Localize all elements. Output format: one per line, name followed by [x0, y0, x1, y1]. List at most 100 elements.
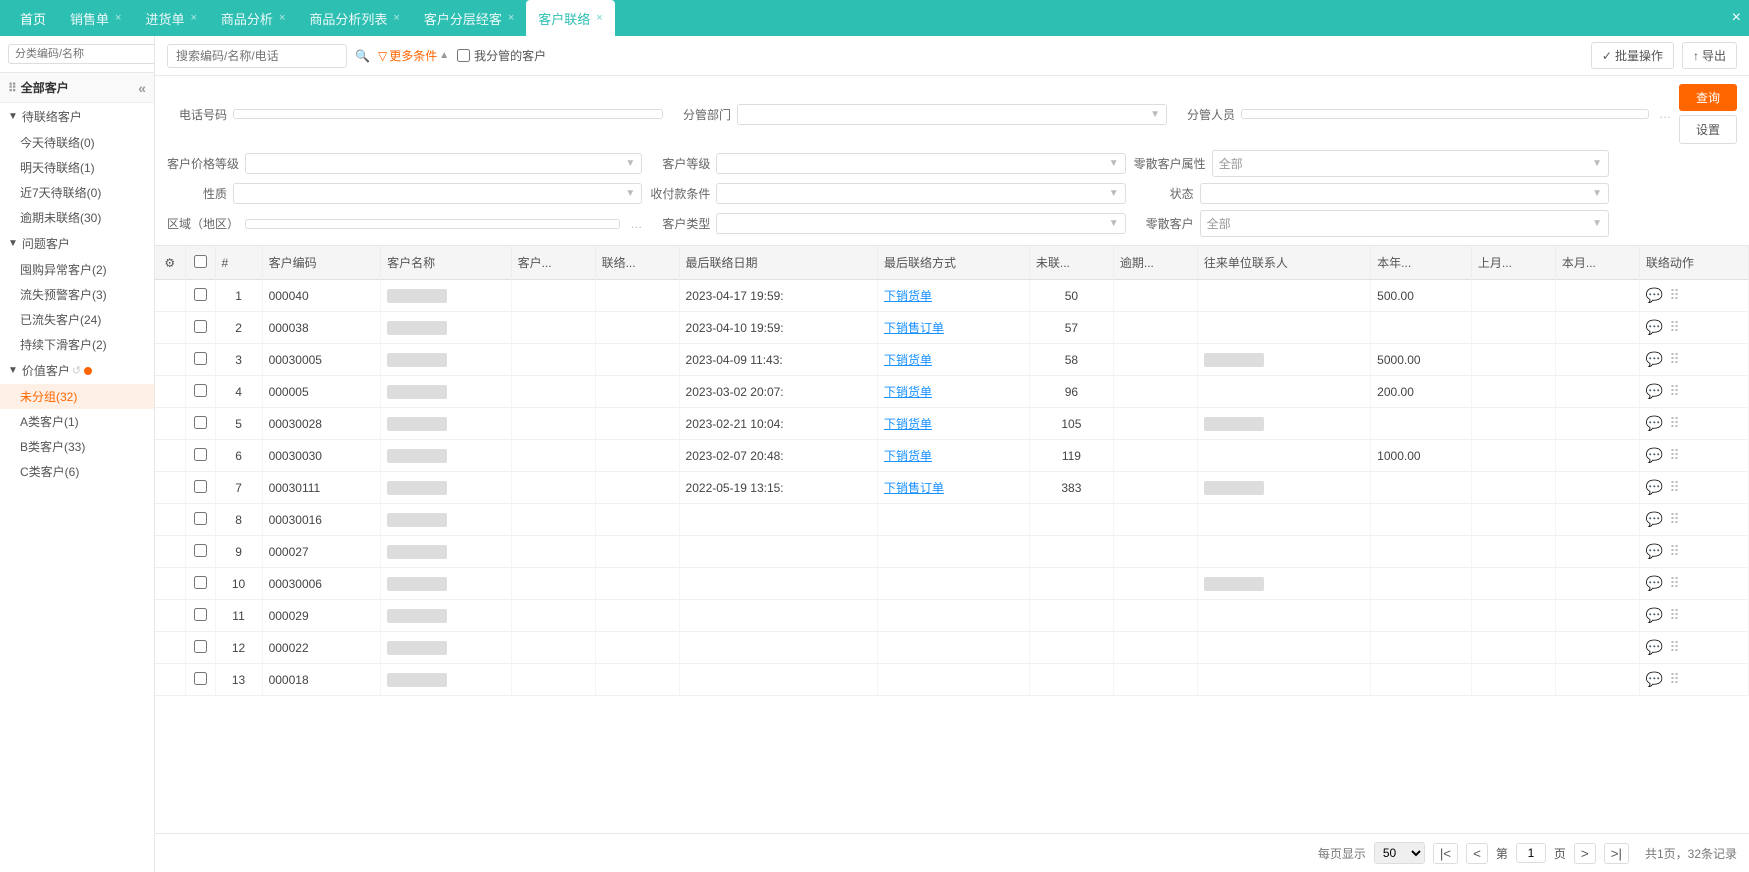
close-tab-customer-segment[interactable]: ×: [508, 12, 514, 24]
contact-icon-2[interactable]: 💬: [1646, 351, 1663, 368]
contact-icon-3[interactable]: 💬: [1646, 383, 1663, 400]
sidebar-group-pending[interactable]: ▼ 待联络客户: [0, 103, 154, 130]
tab-sales[interactable]: 销售单 ×: [58, 0, 133, 36]
more-icon-4[interactable]: ⠿: [1669, 415, 1679, 432]
retail-customer-select[interactable]: 全部▼: [1200, 210, 1609, 237]
more-icon-2[interactable]: ⠿: [1669, 351, 1679, 368]
status-select[interactable]: ▼: [1200, 183, 1609, 204]
td-action-12[interactable]: 💬 ⠿: [1639, 664, 1748, 696]
more-icon-3[interactable]: ⠿: [1669, 383, 1679, 400]
tab-product-analysis[interactable]: 商品分析 ×: [209, 0, 297, 36]
row-checkbox-1[interactable]: [194, 320, 207, 333]
td-checkbox-3[interactable]: [185, 376, 215, 408]
page-number-input[interactable]: [1516, 843, 1546, 863]
contact-icon-11[interactable]: 💬: [1646, 639, 1663, 656]
contact-icon-10[interactable]: 💬: [1646, 607, 1663, 624]
sidebar-item-tomorrow[interactable]: 明天待联络(1): [0, 155, 154, 180]
row-checkbox-0[interactable]: [194, 288, 207, 301]
close-tab-customer-contact[interactable]: ×: [596, 12, 602, 24]
sidebar-item-7days[interactable]: 近7天待联络(0): [0, 180, 154, 205]
td-last-method-8[interactable]: [878, 536, 1030, 568]
th-last-month[interactable]: 上月...: [1471, 246, 1555, 280]
export-button[interactable]: ↑ 导出: [1682, 42, 1737, 69]
last-page-btn[interactable]: >|: [1604, 843, 1629, 864]
close-tab-product-analysis[interactable]: ×: [279, 12, 285, 24]
manager-ellipsis[interactable]: …: [1659, 107, 1671, 121]
more-icon-10[interactable]: ⠿: [1669, 607, 1679, 624]
nature-select[interactable]: ▼: [233, 183, 642, 204]
last-method-link-4[interactable]: 下销货单: [884, 417, 932, 431]
sidebar-item-type-b[interactable]: B类客户(33): [0, 434, 154, 459]
row-checkbox-12[interactable]: [194, 672, 207, 685]
customer-grade-select[interactable]: ▼: [716, 153, 1125, 174]
td-last-method-0[interactable]: 下销货单: [878, 280, 1030, 312]
first-page-btn[interactable]: |<: [1433, 843, 1458, 864]
close-tab-product-list[interactable]: ×: [393, 12, 399, 24]
last-method-link-1[interactable]: 下销售订单: [884, 321, 944, 335]
my-customers-check[interactable]: [457, 49, 470, 62]
sidebar-item-lost[interactable]: 已流失客户(24): [0, 307, 154, 332]
dept-select[interactable]: ▼: [737, 104, 1167, 125]
td-last-method-10[interactable]: [878, 600, 1030, 632]
td-last-method-5[interactable]: 下销货单: [878, 440, 1030, 472]
contact-icon-7[interactable]: 💬: [1646, 511, 1663, 528]
td-last-method-3[interactable]: 下销货单: [878, 376, 1030, 408]
td-checkbox-5[interactable]: [185, 440, 215, 472]
search-filter-button[interactable]: 查询: [1679, 84, 1737, 111]
th-last-date[interactable]: 最后联络日期: [679, 246, 877, 280]
td-checkbox-12[interactable]: [185, 664, 215, 696]
td-action-0[interactable]: 💬 ⠿: [1639, 280, 1748, 312]
my-customers-checkbox[interactable]: 我分管的客户: [457, 47, 546, 64]
sidebar-item-type-c[interactable]: C类客户(6): [0, 459, 154, 484]
collapse-sidebar-btn[interactable]: «: [138, 80, 146, 96]
sidebar-item-declining[interactable]: 持续下滑客户(2): [0, 332, 154, 357]
td-checkbox-2[interactable]: [185, 344, 215, 376]
th-unit-contact[interactable]: 往来单位联系人: [1197, 246, 1370, 280]
td-last-method-9[interactable]: [878, 568, 1030, 600]
row-checkbox-8[interactable]: [194, 544, 207, 557]
td-checkbox-4[interactable]: [185, 408, 215, 440]
th-checkbox[interactable]: [185, 246, 215, 280]
row-checkbox-5[interactable]: [194, 448, 207, 461]
more-filter-btn[interactable]: ▽ 更多条件 ▲: [378, 47, 449, 64]
td-last-method-2[interactable]: 下销货单: [878, 344, 1030, 376]
td-last-method-1[interactable]: 下销售订单: [878, 312, 1030, 344]
td-action-4[interactable]: 💬 ⠿: [1639, 408, 1748, 440]
sidebar-item-type-a[interactable]: A类客户(1): [0, 409, 154, 434]
close-tab-sales[interactable]: ×: [115, 12, 121, 24]
more-icon-9[interactable]: ⠿: [1669, 575, 1679, 592]
td-action-1[interactable]: 💬 ⠿: [1639, 312, 1748, 344]
row-checkbox-10[interactable]: [194, 608, 207, 621]
td-last-method-4[interactable]: 下销货单: [878, 408, 1030, 440]
row-checkbox-2[interactable]: [194, 352, 207, 365]
td-last-method-7[interactable]: [878, 504, 1030, 536]
close-tab-purchase[interactable]: ×: [190, 12, 196, 24]
sidebar-item-ungroup[interactable]: 未分组(32): [0, 384, 154, 409]
td-action-9[interactable]: 💬 ⠿: [1639, 568, 1748, 600]
phone-input[interactable]: [233, 109, 663, 119]
last-method-link-6[interactable]: 下销售订单: [884, 481, 944, 495]
th-this-year[interactable]: 本年...: [1371, 246, 1472, 280]
td-checkbox-7[interactable]: [185, 504, 215, 536]
refresh-icon[interactable]: ↺: [72, 364, 81, 377]
region-input[interactable]: [245, 219, 620, 229]
row-checkbox-9[interactable]: [194, 576, 207, 589]
td-action-2[interactable]: 💬 ⠿: [1639, 344, 1748, 376]
td-checkbox-8[interactable]: [185, 536, 215, 568]
price-grade-select[interactable]: ▼: [245, 153, 642, 174]
contact-icon-1[interactable]: 💬: [1646, 319, 1663, 336]
contact-icon-5[interactable]: 💬: [1646, 447, 1663, 464]
search-icon[interactable]: 🔍: [355, 49, 370, 63]
reset-filter-button[interactable]: 设置: [1679, 115, 1737, 144]
td-checkbox-1[interactable]: [185, 312, 215, 344]
select-all-checkbox[interactable]: [194, 255, 207, 268]
last-method-link-2[interactable]: 下销货单: [884, 353, 932, 367]
row-checkbox-4[interactable]: [194, 416, 207, 429]
retail-attr-select[interactable]: 全部▼: [1212, 150, 1609, 177]
td-last-method-11[interactable]: [878, 632, 1030, 664]
sidebar-item-abnormal[interactable]: 囤购异常客户(2): [0, 257, 154, 282]
region-ellipsis[interactable]: …: [630, 217, 642, 231]
all-customers-header[interactable]: ⠿ 全部客户 «: [0, 73, 154, 103]
td-action-5[interactable]: 💬 ⠿: [1639, 440, 1748, 472]
td-checkbox-6[interactable]: [185, 472, 215, 504]
